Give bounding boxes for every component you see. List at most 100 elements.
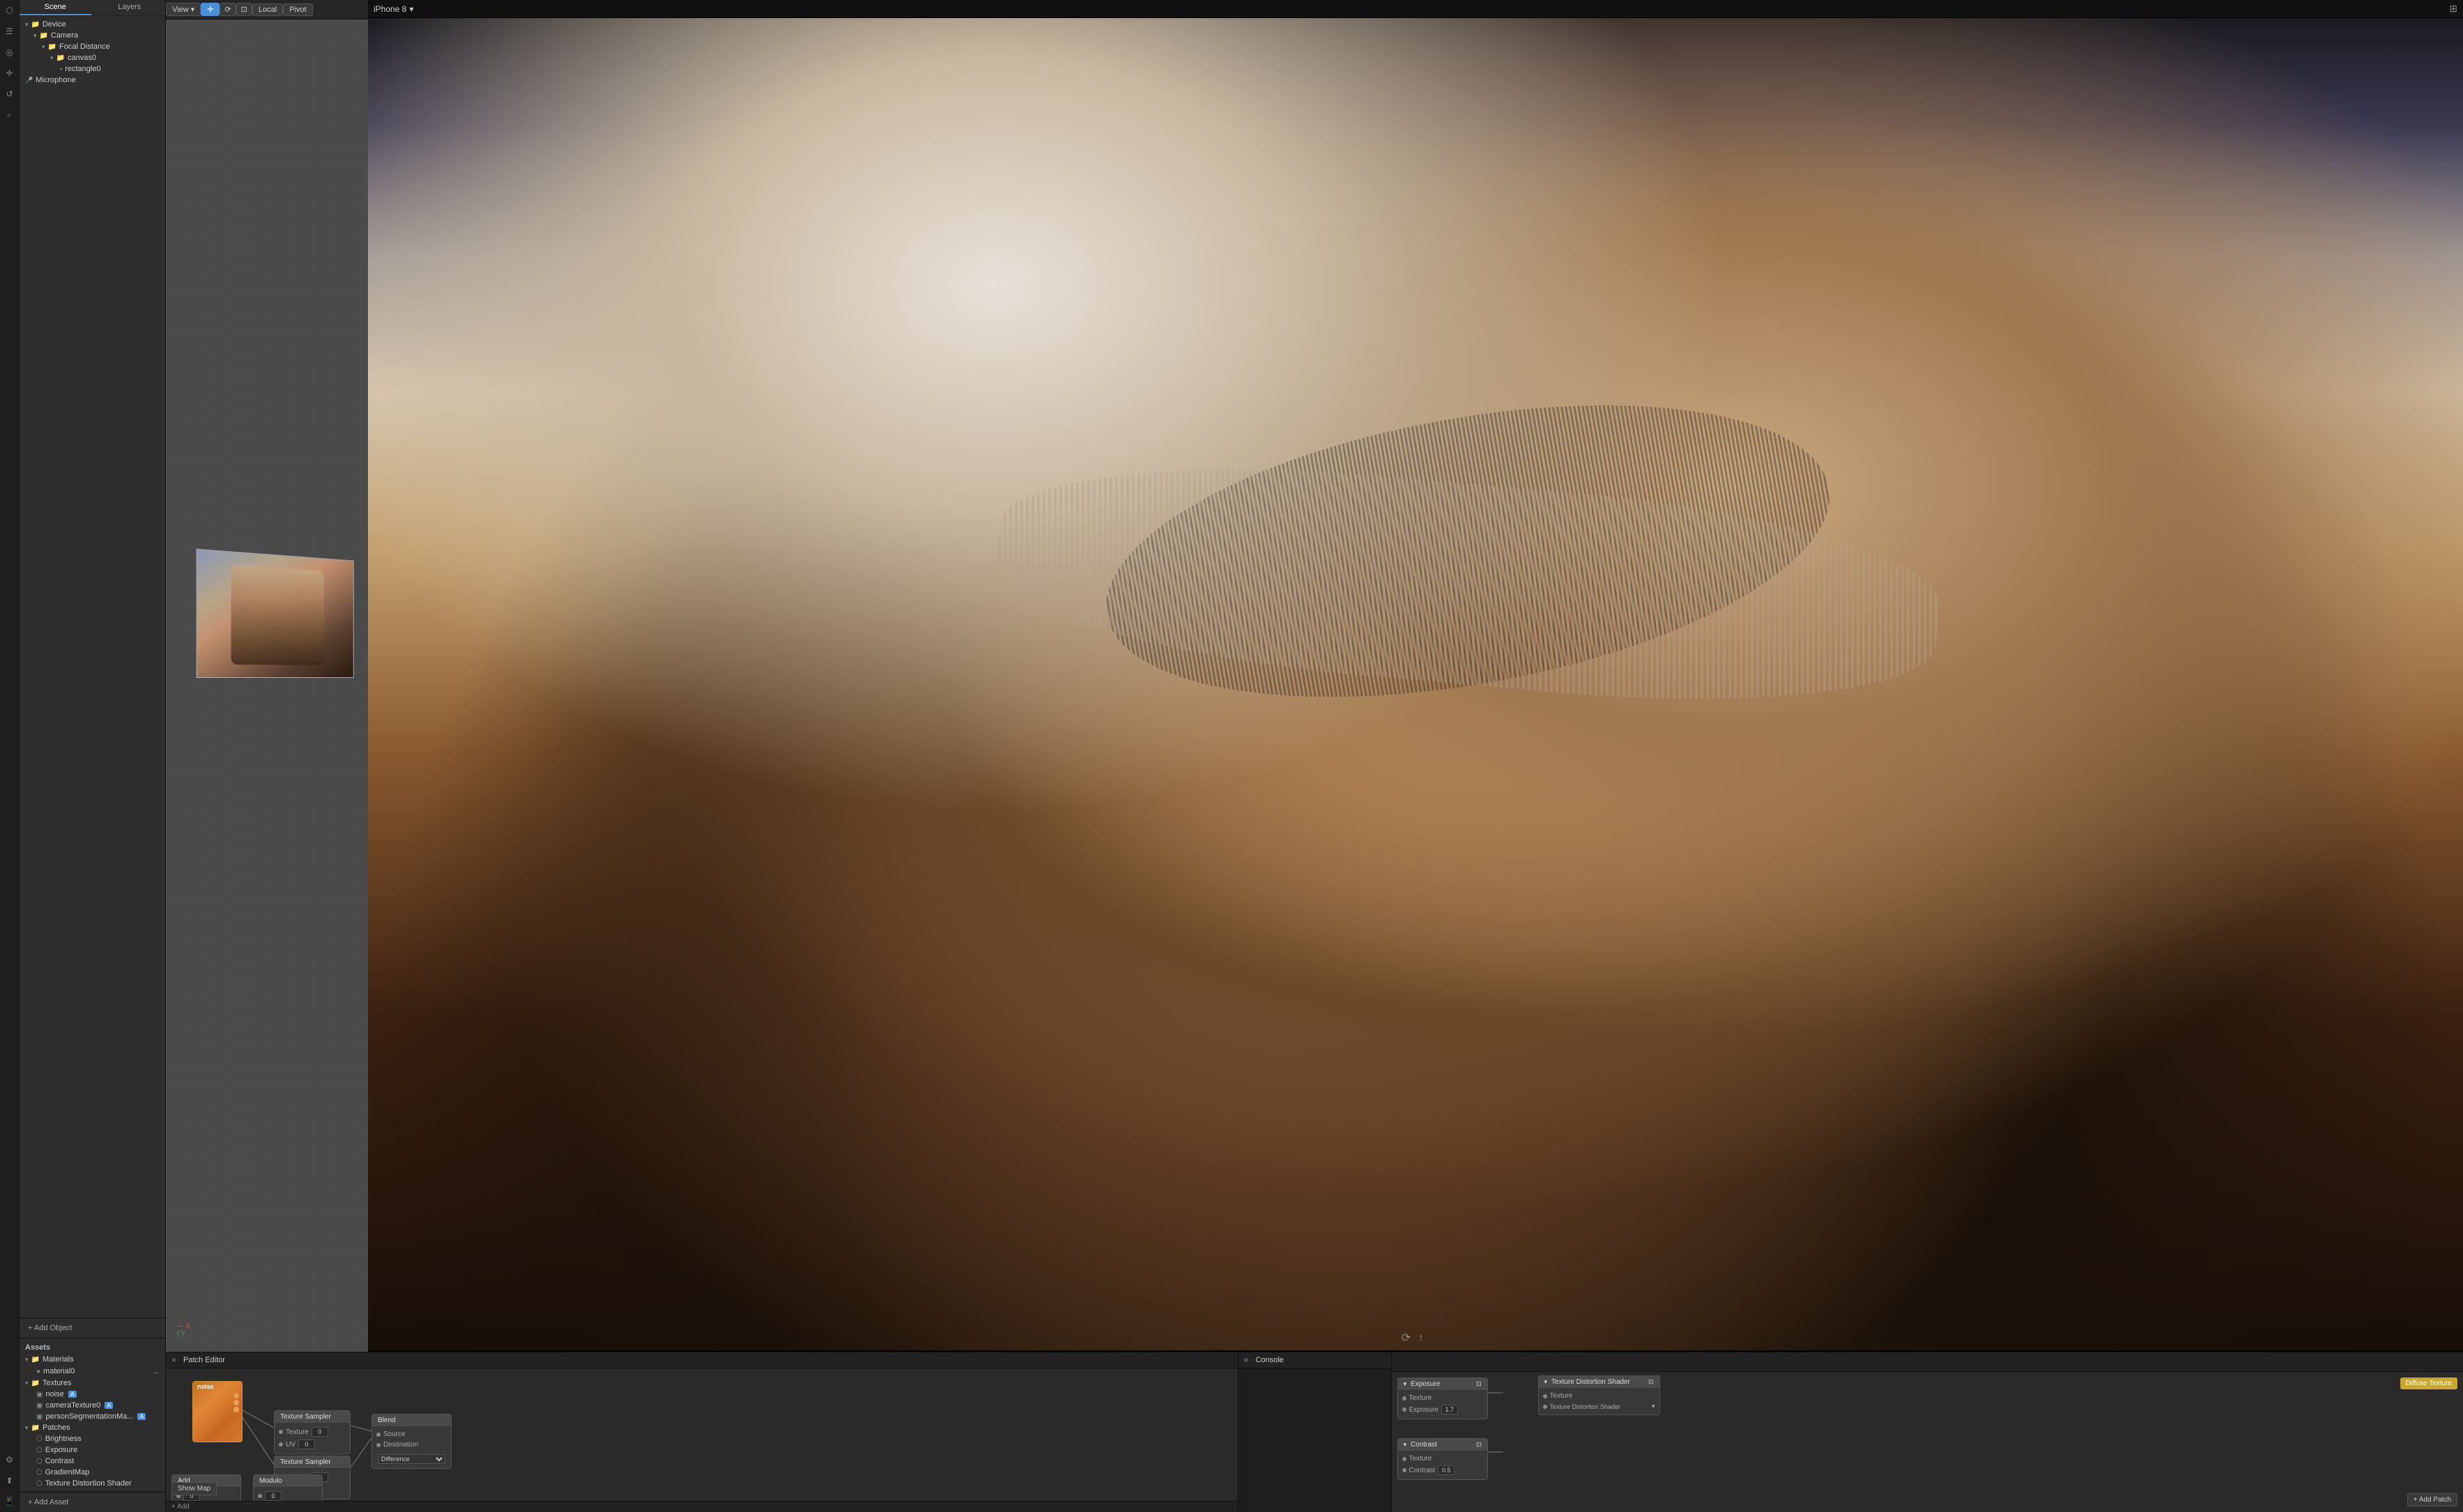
folder-icon-canvas: 📁 xyxy=(56,54,65,62)
move-icon-btn[interactable]: ✛ xyxy=(2,65,17,81)
blend-label: Blend xyxy=(378,1417,396,1424)
show-map-btn[interactable]: Show Map xyxy=(171,1482,217,1495)
tree-item-focal[interactable]: ▾ 📁 Focal Distance xyxy=(20,41,165,52)
tree-item-device[interactable]: ▾ 📁 Device xyxy=(20,19,165,30)
scene-icon-btn[interactable]: ⬡ xyxy=(2,3,17,18)
pivot-btn[interactable]: Pivot xyxy=(283,3,312,16)
tree-item-cameraTexture[interactable]: ▣ cameraTexture0 A xyxy=(20,1400,165,1411)
contrast-header: ▾ Contrast ⊡ xyxy=(1398,1439,1487,1451)
expand-icon-canvas: ▾ xyxy=(50,54,54,62)
tds-distortion-expand-icon[interactable]: ▾ xyxy=(1652,1403,1655,1410)
tree-item-material0[interactable]: ● material0 → xyxy=(20,1365,165,1378)
patch-gradientmap-icon: ⬡ xyxy=(36,1469,43,1476)
frame-btn[interactable]: ⊡ xyxy=(236,3,252,16)
mod-val1[interactable]: 0 xyxy=(265,1491,282,1501)
tds-distortion-dot xyxy=(1543,1405,1547,1409)
preview-export-icon[interactable]: ↑ xyxy=(1418,1332,1424,1345)
tds-expand-btn[interactable]: ⊡ xyxy=(1648,1378,1654,1386)
cont-contrast-value[interactable]: 0.5 xyxy=(1438,1465,1455,1475)
viewport-3d[interactable]: — X | Y xyxy=(166,20,368,1352)
console-output xyxy=(1238,1368,1391,1512)
folder-icon-focal: 📁 xyxy=(48,43,56,51)
add-asset-btn[interactable]: + Add Asset xyxy=(20,1495,165,1509)
reset-btn[interactable]: ⟳ xyxy=(220,3,236,16)
exp-exposure-value[interactable]: 1.7 xyxy=(1441,1405,1458,1414)
right-patch-toolbar xyxy=(1392,1352,2463,1372)
tree-item-patches[interactable]: ▾ 📁 Patches xyxy=(20,1422,165,1433)
patch-editor-close-btn[interactable]: × xyxy=(171,1355,176,1365)
icon-bar: ⬡ ☰ ◎ ✛ ↺ ⌕ ⚙ ⬆ 📱 xyxy=(0,0,20,1512)
contrast-expand-btn[interactable]: ⊡ xyxy=(1476,1441,1482,1449)
maximize-icon[interactable]: ⊞ xyxy=(2449,3,2457,15)
phone-icon-btn[interactable]: 📱 xyxy=(2,1494,17,1509)
noise-patch-node[interactable]: noise xyxy=(192,1381,243,1442)
tree-item-camera[interactable]: ▾ 📁 Camera xyxy=(20,30,165,41)
tree-item-noise[interactable]: ▣ noise A xyxy=(20,1389,165,1400)
tree-item-contrast[interactable]: ⬡ Contrast xyxy=(20,1456,165,1467)
ts1-uv-value[interactable]: 0 xyxy=(298,1440,315,1449)
view-btn[interactable]: View ▾ xyxy=(166,3,201,16)
texture-sampler-1-node[interactable]: Texture Sampler Texture 0 UV 0 xyxy=(274,1410,351,1454)
tree-item-brightness[interactable]: ⬡ Brightness xyxy=(20,1433,165,1444)
blend-node[interactable]: Blend Source Destination xyxy=(371,1414,452,1469)
tree-item-gradientmap[interactable]: ⬡ GradientMap xyxy=(20,1467,165,1478)
right-patch-canvas[interactable]: ▾ Exposure ⊡ Texture Exposure xyxy=(1392,1372,2463,1512)
viewport-3d-panel: View ▾ ✛ ⟳ ⊡ Local Pivot xyxy=(166,0,368,1352)
tree-item-textures[interactable]: ▾ 📁 Textures xyxy=(20,1378,165,1389)
ts1-uv-label: UV xyxy=(286,1441,296,1449)
tex-distortion-shader-node[interactable]: ▾ Texture Distortion Shader ⊡ Texture xyxy=(1538,1375,1660,1415)
patch-add-label[interactable]: + Add xyxy=(171,1503,190,1511)
tree-item-exposure[interactable]: ⬡ Exposure xyxy=(20,1444,165,1456)
move-tool-btn[interactable]: ✛ xyxy=(201,3,220,16)
blend-mode-select[interactable]: Difference Normal Add xyxy=(378,1454,445,1464)
texture-sampler-2-header: Texture Sampler xyxy=(275,1456,350,1468)
cameraTexture-badge: A xyxy=(105,1402,113,1409)
tree-label-contrast: Contrast xyxy=(45,1457,75,1465)
ts1-texture-value[interactable]: 0 xyxy=(312,1427,328,1437)
local-label: Local xyxy=(259,6,277,14)
tab-layers[interactable]: Layers xyxy=(94,0,166,15)
exposure-patch-node[interactable]: ▾ Exposure ⊡ Texture Exposure xyxy=(1397,1378,1488,1419)
tree-item-canvas[interactable]: ▾ 📁 canvas0 xyxy=(20,52,165,63)
tree-item-rectangle[interactable]: ▪ rectangle0 xyxy=(20,63,165,75)
microphone-icon: 🎤 xyxy=(25,77,33,84)
layers-icon-btn[interactable]: ☰ xyxy=(2,24,17,39)
add-patch-btn[interactable]: + Add Patch xyxy=(2407,1493,2457,1506)
scene-layers-tabs: Scene Layers xyxy=(20,0,165,16)
settings-icon-btn[interactable]: ⚙ xyxy=(2,1452,17,1467)
tree-item-texdistortion[interactable]: ⬡ Texture Distortion Shader xyxy=(20,1478,165,1489)
add-object-btn[interactable]: + Add Object xyxy=(20,1321,165,1335)
modulo-node[interactable]: Modulo 0 0 xyxy=(253,1474,323,1501)
share-icon-btn[interactable]: ⬆ xyxy=(2,1473,17,1488)
rotate-icon-btn[interactable]: ↺ xyxy=(2,86,17,102)
exp-exposure-port: Exposure 1.7 xyxy=(1402,1403,1483,1416)
tab-scene[interactable]: Scene xyxy=(20,0,91,15)
diffuse-texture-badge[interactable]: Diffuse Texture xyxy=(2400,1378,2457,1389)
tree-item-personSeg[interactable]: ▣ personSegmentationMa... A xyxy=(20,1411,165,1422)
grid-background: — X | Y xyxy=(166,20,368,1352)
tds-header: ▾ Texture Distortion Shader ⊡ xyxy=(1539,1376,1659,1388)
patch-canvas[interactable]: noise Texture Sampler xyxy=(166,1368,1238,1501)
contrast-body: Texture Contrast 0.5 xyxy=(1398,1451,1487,1479)
material-arrow-icon[interactable]: → xyxy=(151,1366,160,1376)
folder-icon-materials: 📁 xyxy=(31,1356,40,1364)
contrast-patch-node[interactable]: ▾ Contrast ⊡ Texture Contrast xyxy=(1397,1438,1488,1480)
viewport-toolbar: View ▾ ✛ ⟳ ⊡ Local Pivot xyxy=(166,0,368,20)
ts1-label: Texture Sampler xyxy=(280,1413,331,1421)
preview-refresh-icon[interactable]: ⟳ xyxy=(1402,1331,1411,1345)
camera-icon-btn[interactable]: ◎ xyxy=(2,45,17,60)
exposure-expand-btn[interactable]: ⊡ xyxy=(1476,1380,1482,1388)
folder-icon-device: 📁 xyxy=(31,21,40,29)
search-icon-btn[interactable]: ⌕ xyxy=(2,107,17,123)
blend-header: Blend xyxy=(372,1414,451,1426)
expand-icon-focal: ▾ xyxy=(42,43,45,51)
contrast-label: Contrast xyxy=(1411,1441,1437,1449)
personSeg-badge: A xyxy=(137,1413,146,1420)
console-close-btn[interactable]: × xyxy=(1244,1355,1249,1365)
local-btn[interactable]: Local xyxy=(252,3,283,16)
tree-item-materials[interactable]: ▾ 📁 Materials xyxy=(20,1354,165,1365)
noise-node-label: noise xyxy=(193,1382,242,1391)
console-header: × Console xyxy=(1238,1352,1391,1368)
patch-editor-title: Patch Editor xyxy=(183,1356,225,1364)
tree-item-microphone[interactable]: 🎤 Microphone xyxy=(20,75,165,86)
